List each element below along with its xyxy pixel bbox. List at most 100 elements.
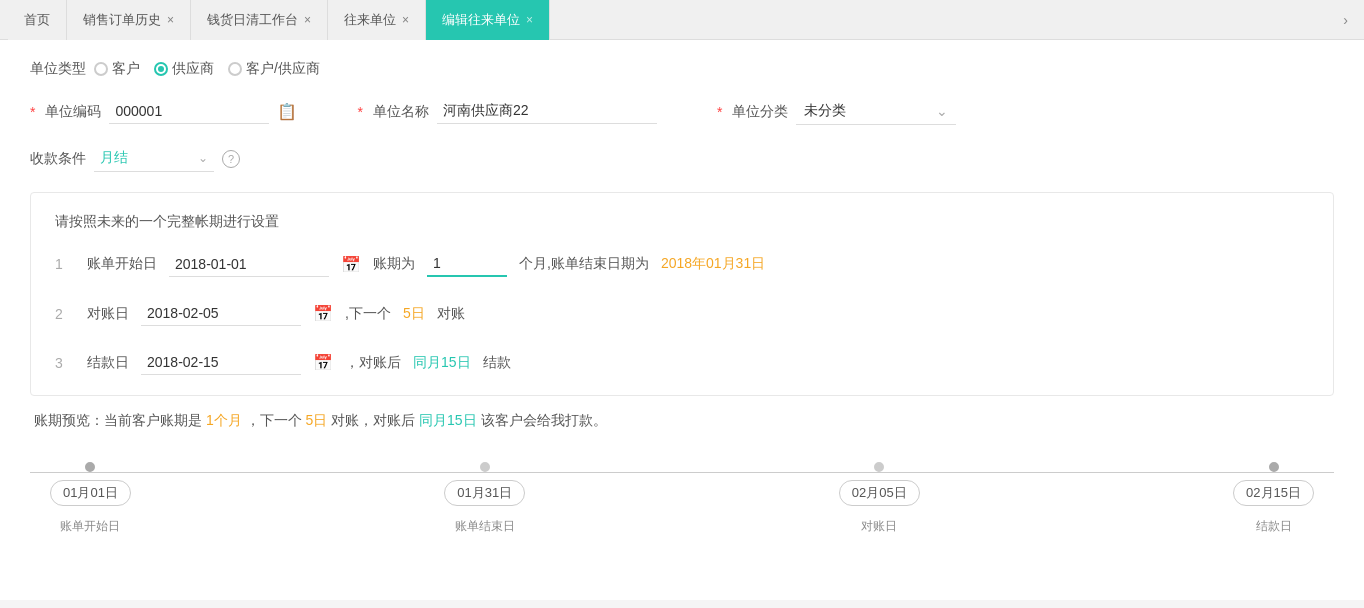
unit-name-label: 单位名称 (373, 103, 429, 121)
period-row2-highlight: 5日 (403, 305, 425, 323)
radio-customer[interactable]: 客户 (94, 60, 140, 78)
timeline-dot-1 (480, 462, 490, 472)
period-row1-end-date: 2018年01月31日 (661, 255, 765, 273)
period-row-2: 2 对账日 📅 ,下一个 5日 对账 (55, 301, 1309, 326)
timeline-pill-3: 02月15日 (1233, 480, 1314, 506)
period-row-1: 1 账单开始日 📅 账期为 个月,账单结束日期为 2018年01月31日 (55, 251, 1309, 277)
timeline-pill-0: 01月01日 (50, 480, 131, 506)
preview-part1: 1个月 (206, 412, 242, 428)
unit-category-select[interactable]: 未分类 ⌄ (796, 98, 956, 125)
period-months-input[interactable] (427, 251, 507, 277)
radio-label-customer-supplier: 客户/供应商 (246, 60, 320, 78)
timeline-pill-2: 02月05日 (839, 480, 920, 506)
timeline-container: 01月01日 账单开始日 01月31日 账单结束日 02月05日 对账日 02月… (30, 458, 1334, 535)
period-row2-suffix: 对账 (437, 305, 465, 323)
payment-terms-arrow-icon: ⌄ (198, 151, 208, 165)
period-reconcile-date-input[interactable] (141, 301, 301, 326)
preview-mid2: 对账，对账后 (331, 412, 415, 428)
period-label-3: 结款日 (87, 354, 129, 372)
preview-section: 账期预览：当前客户账期是 1个月 ，下一个 5日 对账，对账后 同月15日 该客… (30, 412, 1334, 430)
period-row3-prefix: ，对账后 (345, 354, 401, 372)
radio-label-customer: 客户 (112, 60, 140, 78)
tab-close-cashflow[interactable]: × (304, 13, 311, 27)
unit-name-group: * 单位名称 (357, 99, 656, 124)
payment-terms-help-icon[interactable]: ? (222, 150, 240, 168)
tab-close-edit-partner[interactable]: × (526, 13, 533, 27)
tab-close-partner[interactable]: × (402, 13, 409, 27)
preview-prefix: 账期预览：当前客户账期是 (34, 412, 202, 428)
period-row1-suffix-before: 账期为 (373, 255, 415, 273)
unit-type-group: 单位类型 客户 供应商 客户/供应商 (30, 60, 320, 78)
unit-type-row: 单位类型 客户 供应商 客户/供应商 (30, 60, 1334, 78)
period-start-date-input[interactable] (169, 252, 329, 277)
period-row3-suffix: 结款 (483, 354, 511, 372)
tabs-bar: 首页 销售订单历史 × 钱货日清工作台 × 往来单位 × 编辑往来单位 × › (0, 0, 1364, 40)
unit-category-value: 未分类 (804, 102, 936, 120)
payment-terms-label: 收款条件 (30, 150, 86, 168)
period-settings-box: 请按照未来的一个完整帐期进行设置 1 账单开始日 📅 账期为 个月,账单结束日期… (30, 192, 1334, 396)
period-start-cal-icon[interactable]: 📅 (341, 255, 361, 274)
payment-terms-row: 收款条件 月结 ⌄ ? (30, 145, 1334, 172)
tab-sales-history[interactable]: 销售订单历史 × (67, 0, 191, 40)
preview-suffix: 该客户会给我打款。 (481, 412, 607, 428)
unit-category-label: 单位分类 (732, 103, 788, 121)
period-row3-highlight: 同月15日 (413, 354, 471, 372)
unit-category-arrow-icon: ⌄ (936, 103, 948, 119)
radio-circle-customer (94, 62, 108, 76)
timeline-pill-1: 01月31日 (444, 480, 525, 506)
radio-circle-customer-supplier (228, 62, 242, 76)
radio-supplier[interactable]: 供应商 (154, 60, 214, 78)
period-label-1: 账单开始日 (87, 255, 157, 273)
period-label-2: 对账日 (87, 305, 129, 323)
unit-code-copy-icon[interactable]: 📋 (277, 102, 297, 121)
timeline-sub-2: 对账日 (861, 518, 897, 535)
unit-code-group: * 单位编码 📋 (30, 99, 297, 124)
payment-terms-value: 月结 (100, 149, 194, 167)
period-box-title: 请按照未来的一个完整帐期进行设置 (55, 213, 1309, 231)
timeline-sub-1: 账单结束日 (455, 518, 515, 535)
required-star-code: * (30, 104, 35, 120)
period-payment-date-input[interactable] (141, 350, 301, 375)
main-content: 单位类型 客户 供应商 客户/供应商 * 单位编码 (0, 40, 1364, 600)
timeline-sub-3: 结款日 (1256, 518, 1292, 535)
required-star-category: * (717, 104, 722, 120)
tab-cashflow[interactable]: 钱货日清工作台 × (191, 0, 328, 40)
tab-home[interactable]: 首页 (8, 0, 67, 40)
radio-circle-supplier (154, 62, 168, 76)
tab-chevron-right[interactable]: › (1335, 12, 1356, 28)
tab-close-sales-history[interactable]: × (167, 13, 174, 27)
unit-info-row: * 单位编码 📋 * 单位名称 * 单位分类 未分类 ⌄ (30, 98, 1334, 125)
timeline-dot-3 (1269, 462, 1279, 472)
unit-name-input[interactable] (437, 99, 657, 124)
timeline-dot-2 (874, 462, 884, 472)
period-row2-prefix: ,下一个 (345, 305, 391, 323)
preview-part3: 同月15日 (419, 412, 477, 428)
unit-code-input[interactable] (109, 99, 269, 124)
radio-label-supplier: 供应商 (172, 60, 214, 78)
period-num-1: 1 (55, 256, 75, 272)
period-reconcile-cal-icon[interactable]: 📅 (313, 304, 333, 323)
timeline-items: 01月01日 账单开始日 01月31日 账单结束日 02月05日 对账日 02月… (50, 458, 1314, 535)
unit-type-label: 单位类型 (30, 60, 86, 78)
required-star-name: * (357, 104, 362, 120)
unit-category-group: * 单位分类 未分类 ⌄ (717, 98, 956, 125)
radio-group-unit-type: 客户 供应商 客户/供应商 (94, 60, 320, 78)
period-row-3: 3 结款日 📅 ，对账后 同月15日 结款 (55, 350, 1309, 375)
timeline-sub-0: 账单开始日 (60, 518, 120, 535)
timeline-item-start: 01月01日 账单开始日 (50, 458, 131, 535)
tab-partner[interactable]: 往来单位 × (328, 0, 426, 40)
radio-customer-supplier[interactable]: 客户/供应商 (228, 60, 320, 78)
period-payment-cal-icon[interactable]: 📅 (313, 353, 333, 372)
payment-terms-dropdown[interactable]: 月结 ⌄ (94, 145, 214, 172)
preview-part2: 5日 (305, 412, 327, 428)
period-num-2: 2 (55, 306, 75, 322)
payment-terms-group: 收款条件 月结 ⌄ ? (30, 145, 240, 172)
timeline-item-end: 01月31日 账单结束日 (444, 458, 525, 535)
tab-edit-partner[interactable]: 编辑往来单位 × (426, 0, 550, 40)
timeline-item-payment: 02月15日 结款日 (1233, 458, 1314, 535)
unit-code-label: 单位编码 (45, 103, 101, 121)
timeline-item-reconcile: 02月05日 对账日 (839, 458, 920, 535)
period-num-3: 3 (55, 355, 75, 371)
period-row1-suffix-after: 个月,账单结束日期为 (519, 255, 649, 273)
preview-mid1: ，下一个 (246, 412, 302, 428)
